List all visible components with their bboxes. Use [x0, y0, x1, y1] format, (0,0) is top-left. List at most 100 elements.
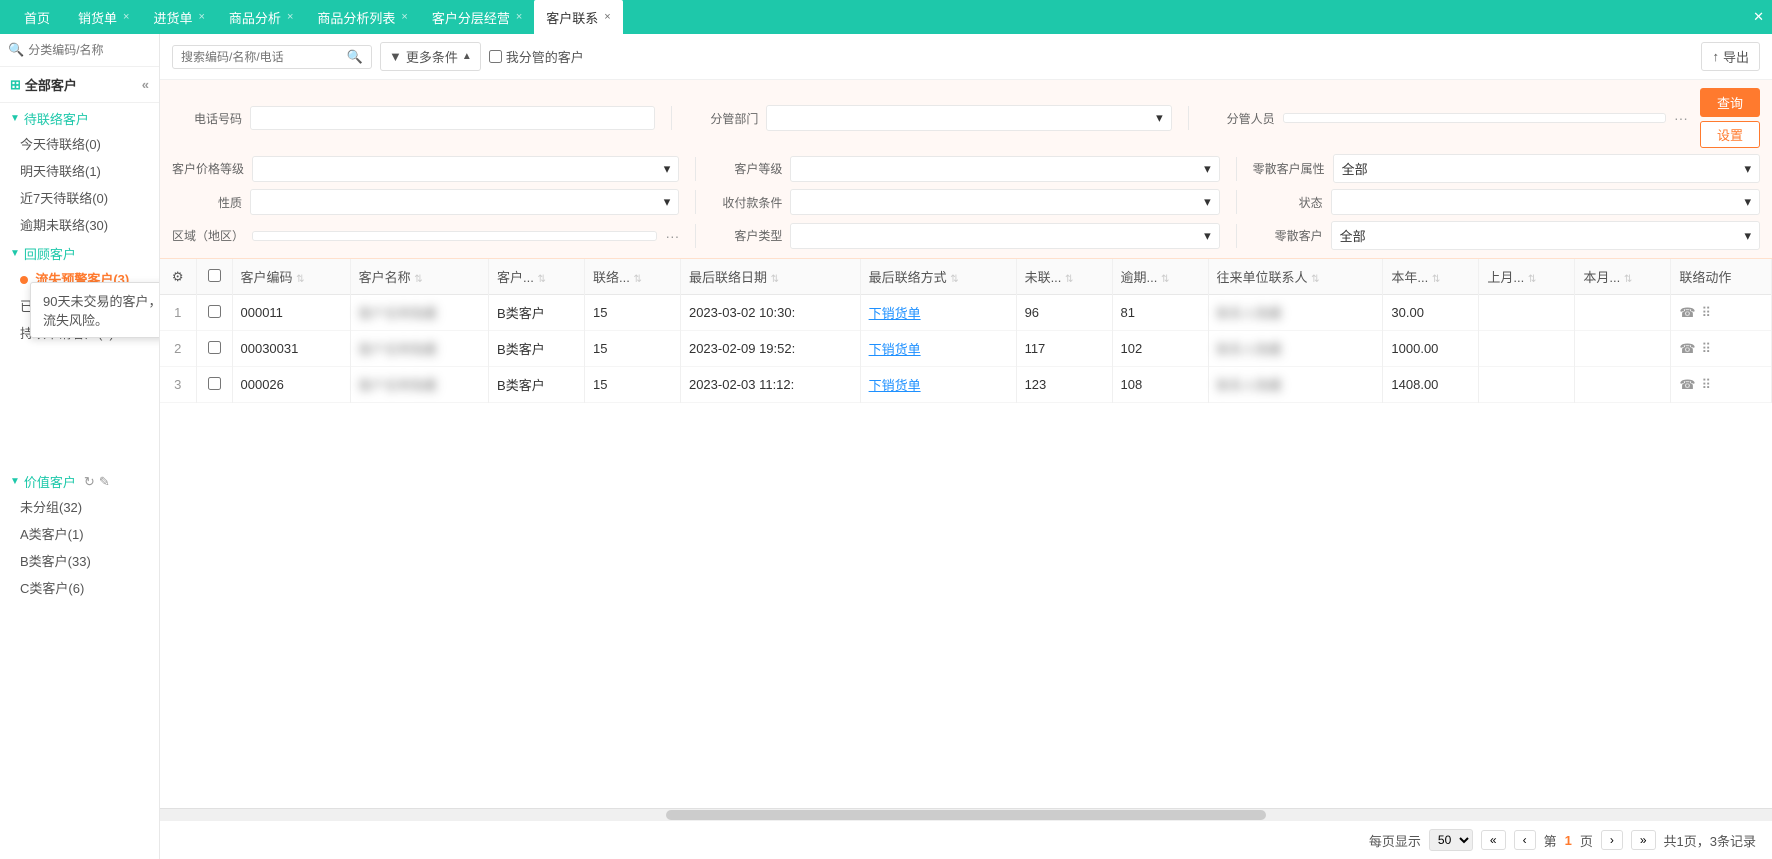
- sidebar-item-classA[interactable]: A类客户(1): [0, 520, 159, 547]
- sidebar-item-tomorrow[interactable]: 明天待联络(1): [0, 157, 159, 184]
- tab-customer-tier[interactable]: 客户分层经营 ×: [420, 0, 534, 34]
- sidebar-all-customers[interactable]: ⊞ 全部客户 «: [0, 67, 159, 103]
- th-last-method[interactable]: 最后联络方式 ⇅: [860, 259, 1016, 295]
- cell-checkbox-2[interactable]: [196, 367, 232, 403]
- tab-analysis[interactable]: 商品分析 ×: [217, 0, 305, 34]
- th-contact[interactable]: 联络... ⇅: [585, 259, 681, 295]
- next-page-button[interactable]: ›: [1601, 830, 1623, 850]
- tab-home[interactable]: 首页: [8, 0, 66, 34]
- filter-payment-select[interactable]: ▾: [790, 189, 1219, 215]
- th-contact-person[interactable]: 往来单位联系人 ⇅: [1208, 259, 1383, 295]
- sidebar-item-7days[interactable]: 近7天待联络(0): [0, 184, 159, 211]
- my-customers-checkbox[interactable]: [489, 50, 502, 63]
- close-all-button[interactable]: ✕: [1753, 8, 1764, 26]
- my-customers-checkbox-label[interactable]: 我分管的客户: [489, 47, 584, 66]
- cell-checkbox-1[interactable]: [196, 331, 232, 367]
- action-phone-icon-1[interactable]: ☎: [1679, 341, 1695, 357]
- cell-method-2[interactable]: 下销货单: [860, 367, 1016, 403]
- filter-grade-select[interactable]: ▾: [790, 156, 1219, 182]
- th-uncontacted[interactable]: 未联... ⇅: [1016, 259, 1112, 295]
- action-phone-icon-0[interactable]: ☎: [1679, 305, 1695, 321]
- prev-page-button[interactable]: ‹: [1514, 830, 1536, 850]
- horizontal-scrollbar[interactable]: [160, 808, 1772, 820]
- tab-customer-contact[interactable]: 客户联系 ×: [534, 0, 622, 34]
- cell-method-1[interactable]: 下销货单: [860, 331, 1016, 367]
- filter-settings-button[interactable]: 设置: [1700, 121, 1760, 148]
- main-layout: 🔍 ⊞ 全部客户 « ▼ 待联络客户 今天待联络(0) 明天待联络(1) 近7天…: [0, 34, 1772, 859]
- tab-analysis-list[interactable]: 商品分析列表 ×: [305, 0, 419, 34]
- action-more-icon-1[interactable]: ⠿: [1702, 341, 1712, 357]
- cell-checkbox-0[interactable]: [196, 295, 232, 331]
- cell-overdue-1: 102: [1112, 331, 1208, 367]
- scrollbar-thumb[interactable]: [666, 810, 1266, 820]
- tab-sales[interactable]: 销货单 ×: [66, 0, 141, 34]
- export-icon: ↑: [1712, 49, 1719, 64]
- filter-payment-label: 收付款条件: [712, 194, 782, 211]
- tab-sales-close[interactable]: ×: [123, 11, 129, 23]
- tab-analysis-close[interactable]: ×: [287, 11, 293, 23]
- sort-date-icon: ⇅: [771, 274, 779, 285]
- tab-analysis-list-close[interactable]: ×: [401, 11, 407, 23]
- section-value-refresh[interactable]: ↻: [84, 474, 95, 490]
- filter-phone-input[interactable]: [250, 106, 655, 130]
- th-this-year[interactable]: 本年... ⇅: [1383, 259, 1479, 295]
- table-row: 3 000026 客户名称隐藏 B类客户 15 2023-02-03 11:12…: [160, 367, 1772, 403]
- sort-code-icon: ⇅: [296, 274, 304, 285]
- sidebar-search-input[interactable]: [28, 43, 151, 57]
- sidebar-item-classB[interactable]: B类客户(33): [0, 547, 159, 574]
- last-page-button[interactable]: »: [1631, 830, 1656, 850]
- sidebar-item-today[interactable]: 今天待联络(0): [0, 130, 159, 157]
- cell-index-2: 3: [160, 367, 196, 403]
- cell-type-0: B类客户: [489, 295, 585, 331]
- th-code[interactable]: 客户编码 ⇅: [232, 259, 350, 295]
- action-more-icon-2[interactable]: ⠿: [1702, 377, 1712, 393]
- th-name[interactable]: 客户名称 ⇅: [350, 259, 488, 295]
- query-button[interactable]: 查询: [1700, 88, 1760, 117]
- cell-action-0: ☎ ⠿: [1671, 295, 1772, 331]
- sidebar-section-value[interactable]: ▼ 价值客户 ↻ ✎: [0, 466, 159, 493]
- th-this-month[interactable]: 本月... ⇅: [1575, 259, 1671, 295]
- th-checkbox[interactable]: [196, 259, 232, 295]
- filter-region-dots[interactable]: ···: [665, 228, 679, 244]
- filter-dept-select[interactable]: ▾: [766, 105, 1171, 131]
- th-last-date[interactable]: 最后联络日期 ⇅: [680, 259, 860, 295]
- toolbar-search-icon[interactable]: 🔍: [347, 49, 363, 65]
- filter-dots-btn[interactable]: ···: [1674, 110, 1688, 126]
- filter-gender-select[interactable]: ▾: [250, 189, 679, 215]
- section-value-edit[interactable]: ✎: [99, 474, 110, 490]
- th-last-month[interactable]: 上月... ⇅: [1479, 259, 1575, 295]
- sidebar-item-ungrouped[interactable]: 未分组(32): [0, 493, 159, 520]
- export-button[interactable]: ↑ 导出: [1701, 42, 1760, 71]
- select-all-checkbox[interactable]: [208, 269, 221, 282]
- filter-customer-type-select[interactable]: ▾: [790, 223, 1219, 249]
- toolbar-search-input[interactable]: [181, 50, 343, 64]
- sidebar-section-review[interactable]: ▼ 回顾客户: [0, 238, 159, 265]
- tab-purchase[interactable]: 进货单 ×: [141, 0, 216, 34]
- sidebar-item-classC[interactable]: C类客户(6): [0, 574, 159, 601]
- filter-region-select[interactable]: [252, 231, 657, 241]
- sidebar-collapse-icon[interactable]: «: [142, 77, 149, 92]
- tab-customer-tier-close[interactable]: ×: [516, 11, 522, 23]
- tab-customer-contact-close[interactable]: ×: [604, 11, 610, 23]
- filter-person-select[interactable]: [1283, 113, 1666, 123]
- th-overdue[interactable]: 逾期... ⇅: [1112, 259, 1208, 295]
- sidebar-item-overdue[interactable]: 逾期未联络(30): [0, 211, 159, 238]
- filter-status-select[interactable]: ▾: [1331, 189, 1760, 215]
- per-page-select[interactable]: 50: [1429, 829, 1473, 851]
- filter-zero-customer-select[interactable]: 全部 ▾: [1331, 221, 1760, 250]
- th-settings[interactable]: ⚙: [160, 259, 196, 295]
- th-action: 联络动作: [1671, 259, 1772, 295]
- cell-method-0[interactable]: 下销货单: [860, 295, 1016, 331]
- sidebar-section-pending[interactable]: ▼ 待联络客户: [0, 103, 159, 130]
- sort-method-icon: ⇅: [950, 274, 958, 285]
- first-page-button[interactable]: «: [1481, 830, 1506, 850]
- chevron-down-customer-type: ▾: [1204, 228, 1211, 244]
- action-phone-icon-2[interactable]: ☎: [1679, 377, 1695, 393]
- cell-person-1: 联系人隐藏: [1208, 331, 1383, 367]
- filter-grade-level-select[interactable]: ▾: [252, 156, 679, 182]
- filter-zero-attr-select[interactable]: 全部 ▾: [1333, 154, 1760, 183]
- th-type[interactable]: 客户... ⇅: [489, 259, 585, 295]
- tab-purchase-close[interactable]: ×: [198, 11, 204, 23]
- more-conditions-button[interactable]: ▼ 更多条件 ▲: [380, 42, 481, 71]
- action-more-icon-0[interactable]: ⠿: [1702, 305, 1712, 321]
